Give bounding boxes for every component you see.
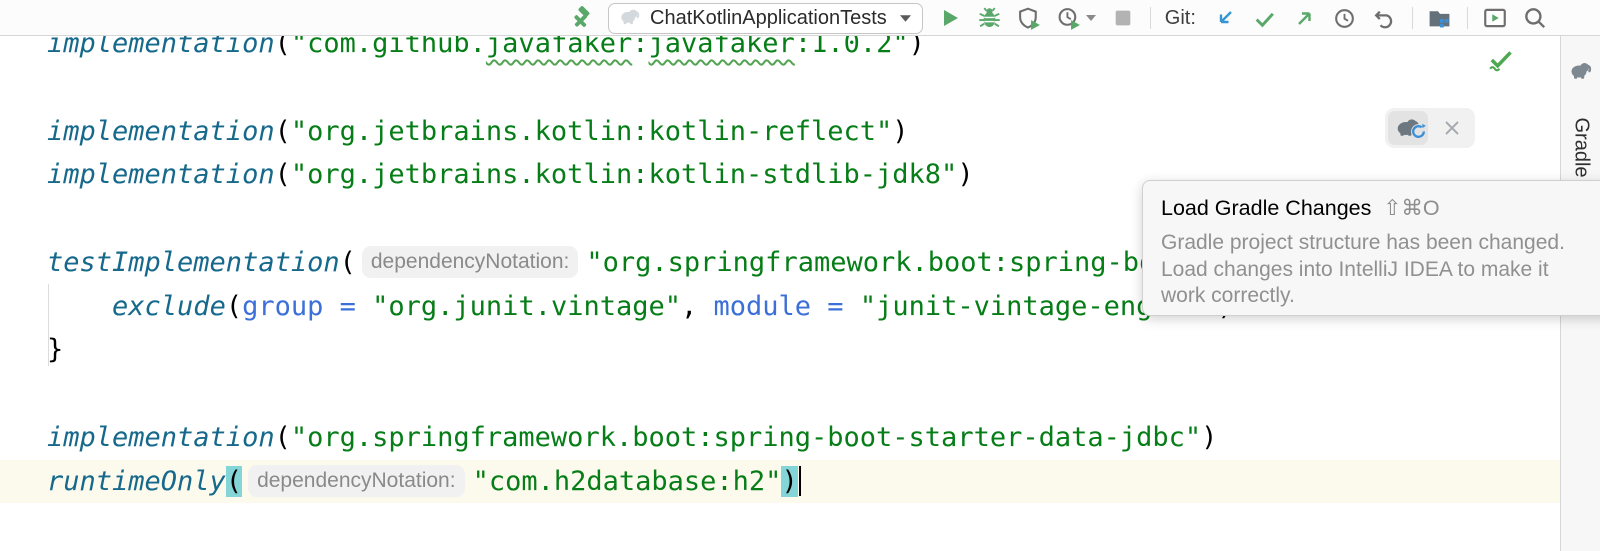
inlay-hint: dependencyNotation: — [248, 465, 465, 497]
code-token: : — [632, 36, 648, 59]
search-icon[interactable] — [1522, 5, 1548, 31]
code-token: testImplementation — [47, 247, 340, 278]
code-token: , — [681, 291, 714, 322]
gradle-elephant-icon — [619, 5, 641, 32]
gradle-tool-window-tab[interactable]: Gradle — [1561, 54, 1600, 194]
code-token: implementation — [47, 36, 275, 59]
git-update-icon[interactable] — [1212, 5, 1238, 31]
code-token: ( — [226, 291, 242, 322]
code-token — [47, 291, 112, 322]
load-gradle-changes-button[interactable] — [1388, 111, 1428, 145]
code-token: exclude — [112, 291, 226, 322]
build-hammer-icon[interactable] — [568, 5, 594, 31]
popup-title-text: Load Gradle Changes — [1161, 196, 1371, 220]
code-token: ( — [226, 466, 242, 497]
code-token: :1.0.2" — [795, 36, 909, 59]
chevron-down-icon — [900, 15, 911, 22]
code-token: module = — [714, 291, 860, 322]
git-push-icon[interactable] — [1292, 5, 1318, 31]
code-token: javafaker — [486, 36, 632, 59]
code-token: ( — [275, 159, 291, 190]
code-token: ) — [781, 466, 797, 497]
code-token: "org.jetbrains.kotlin:kotlin-stdlib-jdk8… — [291, 159, 957, 190]
code-token: "org.junit.vintage" — [372, 291, 681, 322]
run-configuration-select[interactable]: ChatKotlinApplicationTests — [608, 3, 923, 34]
sync-refresh-icon — [1410, 123, 1427, 145]
popup-body: Gradle project structure has been change… — [1161, 230, 1585, 310]
project-structure-icon[interactable] — [1427, 5, 1453, 31]
code-token: "com.h2database:h2" — [473, 466, 782, 497]
code-line[interactable] — [0, 66, 1560, 110]
debug-bug-icon[interactable] — [977, 5, 1003, 31]
code-token: implementation — [47, 422, 275, 453]
code-line[interactable]: implementation("org.springframework.boot… — [0, 416, 1560, 460]
code-line[interactable]: runtimeOnly(dependencyNotation: "com.h2da… — [0, 460, 1560, 504]
run-configuration-label: ChatKotlinApplicationTests — [650, 7, 887, 30]
stop-icon — [1110, 5, 1136, 31]
code-token: ( — [275, 422, 291, 453]
run-play-icon[interactable] — [937, 5, 963, 31]
gradle-elephant-icon — [1569, 58, 1593, 87]
toolbar-separator — [1412, 7, 1413, 29]
popup-title: Load Gradle Changes ⇧⌘O — [1161, 196, 1595, 221]
toolbar-separator — [1150, 7, 1151, 29]
popup-shortcut: ⇧⌘O — [1383, 196, 1439, 220]
code-token: ) — [909, 36, 925, 59]
code-token: ) — [1201, 422, 1217, 453]
gradle-reload-widget — [1385, 108, 1475, 148]
code-line[interactable] — [0, 372, 1560, 416]
code-token: implementation — [47, 159, 275, 190]
run-anything-icon[interactable] — [1482, 5, 1508, 31]
text-caret — [799, 466, 801, 496]
code-token: "org.springframework.boot:spring-boot-st… — [291, 422, 1201, 453]
history-icon[interactable] — [1332, 5, 1358, 31]
run-with-coverage-icon[interactable] — [1017, 5, 1043, 31]
toolbar-separator — [1467, 7, 1468, 29]
code-token: runtimeOnly — [47, 466, 226, 497]
close-icon[interactable] — [1440, 116, 1464, 140]
code-token: javafaker — [649, 36, 795, 59]
code-token: implementation — [47, 116, 275, 147]
code-token: group = — [242, 291, 372, 322]
profiler-icon[interactable] — [1057, 5, 1083, 31]
gradle-tab-label: Gradle — [1569, 117, 1592, 177]
git-label: Git: — [1165, 7, 1196, 30]
indent-guide — [48, 284, 49, 366]
code-token: ( — [340, 247, 356, 278]
code-token: ) — [892, 116, 908, 147]
git-commit-icon[interactable] — [1252, 5, 1278, 31]
code-token: "com.github. — [291, 36, 486, 59]
load-gradle-changes-popup: Load Gradle Changes ⇧⌘O Gradle project st… — [1142, 180, 1600, 316]
code-line[interactable]: implementation("org.jetbrains.kotlin:kot… — [0, 110, 1560, 154]
code-token: ( — [275, 116, 291, 147]
profiler-button-group[interactable] — [1057, 5, 1096, 31]
code-token: } — [47, 334, 63, 365]
code-line[interactable]: } — [0, 328, 1560, 372]
chevron-down-icon[interactable] — [1086, 15, 1096, 21]
main-toolbar: ChatKotlinApplicationTests — [0, 0, 1600, 36]
code-token: ) — [957, 159, 973, 190]
code-line[interactable]: implementation("com.github.javafaker:jav… — [0, 36, 1560, 66]
inlay-hint: dependencyNotation: — [362, 246, 579, 278]
code-token: ( — [275, 36, 291, 59]
rollback-icon[interactable] — [1372, 5, 1398, 31]
code-token: "org.jetbrains.kotlin:kotlin-reflect" — [291, 116, 892, 147]
inspections-ok-icon[interactable] — [1486, 46, 1514, 74]
